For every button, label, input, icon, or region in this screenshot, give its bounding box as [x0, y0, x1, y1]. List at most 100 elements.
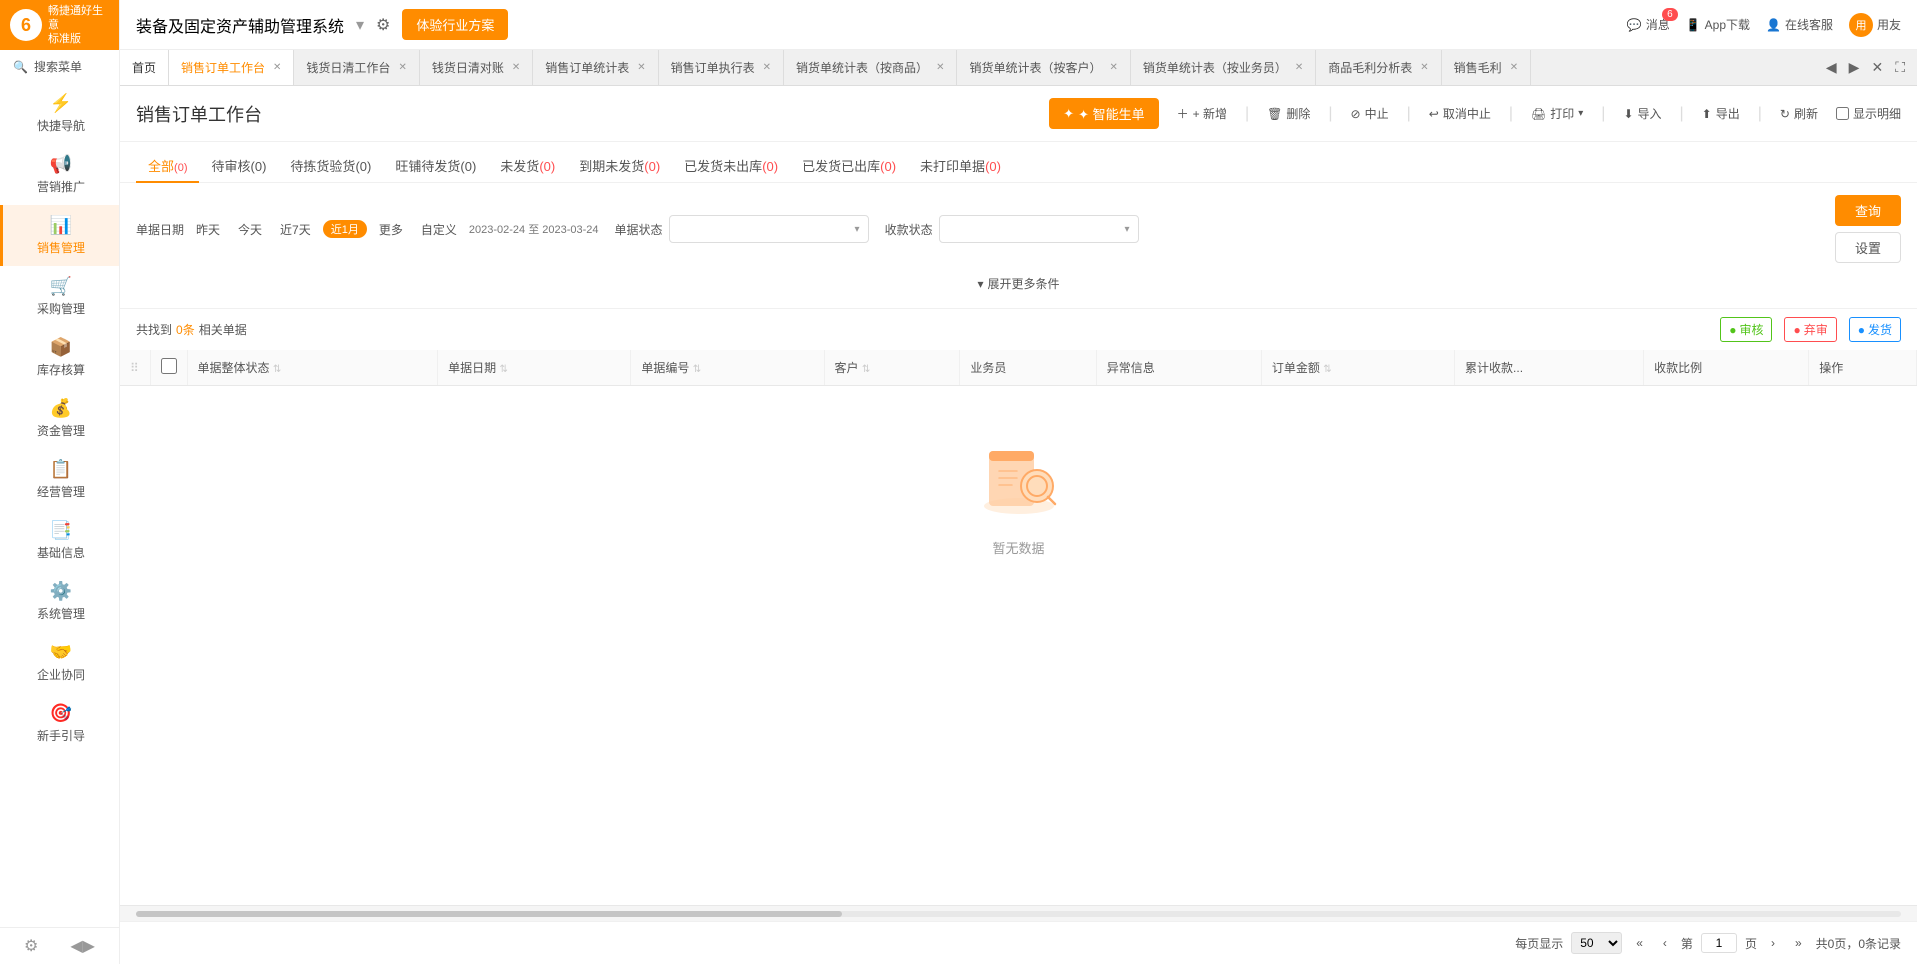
sidebar-item-cooperation[interactable]: 🤝 企业协同 [0, 632, 119, 693]
user-menu[interactable]: 用 用友 [1849, 13, 1901, 37]
online-service-action[interactable]: 👤 在线客服 [1766, 16, 1833, 33]
subtab-shipped-not-out[interactable]: 已发货未出库(0) [672, 150, 790, 183]
page-input[interactable] [1701, 933, 1737, 953]
col-customer[interactable]: 客户 ⇅ [824, 350, 960, 386]
query-btn[interactable]: 查询 [1835, 195, 1901, 226]
horizontal-scrollbar[interactable] [120, 905, 1917, 921]
show-detail-checkbox-label[interactable]: 显示明细 [1836, 105, 1901, 122]
date-btn-7days[interactable]: 近7天 [274, 219, 317, 240]
message-action[interactable]: 💬 消息 6 [1627, 16, 1670, 33]
cancel-stop-btn[interactable]: ↩ 取消中止 [1419, 99, 1501, 128]
subtab-pending-check[interactable]: 待拣货验货(0) [278, 150, 383, 183]
subtab-not-shipped[interactable]: 未发货(0) [488, 150, 567, 183]
tab-sales-exec[interactable]: 销售订单执行表 ✕ [659, 50, 784, 86]
sidebar-item-system[interactable]: ⚙️ 系统管理 [0, 571, 119, 632]
last-page-btn[interactable]: » [1789, 934, 1808, 952]
tab-close-sales-stats[interactable]: ✕ [637, 62, 645, 73]
import-btn[interactable]: ⬇ 导入 [1613, 99, 1671, 128]
sidebar-item-guide[interactable]: 🎯 新手引导 [0, 693, 119, 754]
tab-close-cash-reconcile[interactable]: ✕ [512, 62, 520, 73]
tab-close-summary-staff[interactable]: ✕ [1295, 62, 1303, 73]
tab-sales-workbench[interactable]: 销售订单工作台 ✕ [169, 50, 294, 86]
col-amount[interactable]: 订单金额 ⇅ [1261, 350, 1454, 386]
subtab-overdue[interactable]: 到期未发货(0) [567, 150, 672, 183]
sidebar-item-inventory[interactable]: 📦 库存核算 [0, 327, 119, 388]
date-btn-yesterday[interactable]: 昨天 [190, 219, 226, 240]
col-number-sort-icon[interactable]: ⇅ [693, 364, 701, 375]
col-abnormal[interactable]: 异常信息 [1096, 350, 1261, 386]
industry-btn[interactable]: 体验行业方案 [402, 9, 508, 40]
tab-close-sales-exec[interactable]: ✕ [763, 62, 771, 73]
tab-home[interactable]: 首页 [120, 50, 169, 86]
col-checkbox[interactable] [150, 350, 187, 386]
tab-nav-next[interactable]: ▶ [1845, 55, 1864, 80]
status-select[interactable]: ▾ [669, 215, 869, 243]
approve-btn[interactable]: ● 审核 [1720, 317, 1772, 342]
subtab-all[interactable]: 全部(0) [136, 150, 199, 183]
subtab-not-printed[interactable]: 未打印单据(0) [908, 150, 1013, 183]
date-btn-more[interactable]: 更多 [373, 219, 409, 240]
tab-cash-reconcile[interactable]: 钱货日清对账 ✕ [420, 50, 533, 86]
sidebar-item-search[interactable]: 🔍 搜索菜单 [0, 50, 119, 83]
tab-nav-close[interactable]: ✕ [1867, 55, 1887, 80]
sidebar-item-marketing[interactable]: 📢 营销推广 [0, 144, 119, 205]
tab-close-summary-customer[interactable]: ✕ [1109, 62, 1117, 73]
date-btn-today[interactable]: 今天 [232, 219, 268, 240]
col-salesperson[interactable]: 业务员 [960, 350, 1096, 386]
col-collected[interactable]: 累计收款... [1455, 350, 1644, 386]
export-btn[interactable]: ⬆ 导出 [1692, 99, 1750, 128]
expand-filter-btn[interactable]: ▾ 展开更多条件 [969, 271, 1067, 296]
per-page-select[interactable]: 50 20 100 [1571, 932, 1622, 954]
scrollbar-track[interactable] [136, 911, 1901, 917]
col-number[interactable]: 单据编号 ⇅ [631, 350, 824, 386]
tab-sales-summary-product[interactable]: 销货单统计表（按商品） ✕ [784, 50, 957, 86]
add-order-btn[interactable]: ＋ + 新增 [1167, 99, 1237, 128]
tab-nav-prev[interactable]: ◀ [1822, 55, 1841, 80]
select-all-checkbox[interactable] [161, 358, 177, 374]
table-scroll-container[interactable]: ⠿ 单据整体状态 ⇅ 单据日期 [120, 350, 1917, 905]
subtab-shipped-out[interactable]: 已发货已出库(0) [790, 150, 908, 183]
tab-margin-analysis[interactable]: 商品毛利分析表 ✕ [1316, 50, 1441, 86]
app-download-action[interactable]: 📱 App下载 [1686, 16, 1750, 33]
sidebar-item-finance[interactable]: 💰 资金管理 [0, 388, 119, 449]
col-date[interactable]: 单据日期 ⇅ [438, 350, 631, 386]
subtab-wangpu-pending[interactable]: 旺铺待发货(0) [383, 150, 488, 183]
col-status-sort-icon[interactable]: ⇅ [273, 364, 281, 375]
tab-close-cash-daily[interactable]: ✕ [398, 62, 406, 73]
payment-select[interactable]: ▾ [939, 215, 1139, 243]
first-page-btn[interactable]: « [1630, 934, 1649, 952]
col-customer-sort-icon[interactable]: ⇅ [862, 364, 870, 375]
sidebar-item-operations[interactable]: 📋 经营管理 [0, 449, 119, 510]
tab-close-sales-profit[interactable]: ✕ [1510, 62, 1518, 73]
next-page-btn[interactable]: › [1765, 934, 1781, 952]
smart-order-btn[interactable]: ✦ ✦ 智能生单 [1049, 98, 1158, 129]
tab-close-sales-workbench[interactable]: ✕ [273, 62, 281, 73]
date-btn-1month[interactable]: 近1月 [323, 220, 367, 238]
col-date-sort-icon[interactable]: ⇅ [499, 364, 507, 375]
refresh-btn[interactable]: ↻ 刷新 [1770, 99, 1828, 128]
print-btn[interactable]: 🖨 打印 ▾ [1521, 99, 1593, 128]
stop-btn[interactable]: ⊘ 中止 [1341, 99, 1399, 128]
delete-btn[interactable]: 🗑 删除 [1257, 99, 1320, 128]
settings-bottom-btn[interactable]: ⚙ [24, 936, 38, 956]
subtab-pending-review[interactable]: 待审核(0) [199, 150, 278, 183]
tab-sales-summary-customer[interactable]: 销货单统计表（按客户） ✕ [957, 50, 1130, 86]
reject-btn[interactable]: ● 弃审 [1784, 317, 1836, 342]
col-amount-sort-icon[interactable]: ⇅ [1323, 364, 1331, 375]
sidebar-item-purchase[interactable]: 🛒 采购管理 [0, 266, 119, 327]
sidebar-item-basic-info[interactable]: 📑 基础信息 [0, 510, 119, 571]
settings-gear-btn[interactable]: ⚙ [376, 15, 390, 35]
tab-close-margin-analysis[interactable]: ✕ [1420, 62, 1428, 73]
date-btn-custom[interactable]: 自定义 [415, 219, 463, 240]
sidebar-item-sales[interactable]: 📊 销售管理 [0, 205, 119, 266]
tab-nav-fullscreen[interactable]: ⛶ [1891, 55, 1909, 80]
col-status[interactable]: 单据整体状态 ⇅ [187, 350, 438, 386]
set-btn[interactable]: 设置 [1835, 232, 1901, 263]
tab-sales-summary-staff[interactable]: 销货单统计表（按业务员） ✕ [1131, 50, 1316, 86]
tab-cash-daily[interactable]: 钱货日清工作台 ✕ [294, 50, 419, 86]
show-detail-checkbox[interactable] [1836, 107, 1849, 120]
tab-sales-profit[interactable]: 销售毛利 ✕ [1442, 50, 1531, 86]
scrollbar-thumb[interactable] [136, 911, 842, 917]
tab-sales-stats[interactable]: 销售订单统计表 ✕ [533, 50, 658, 86]
ship-btn[interactable]: ● 发货 [1849, 317, 1901, 342]
